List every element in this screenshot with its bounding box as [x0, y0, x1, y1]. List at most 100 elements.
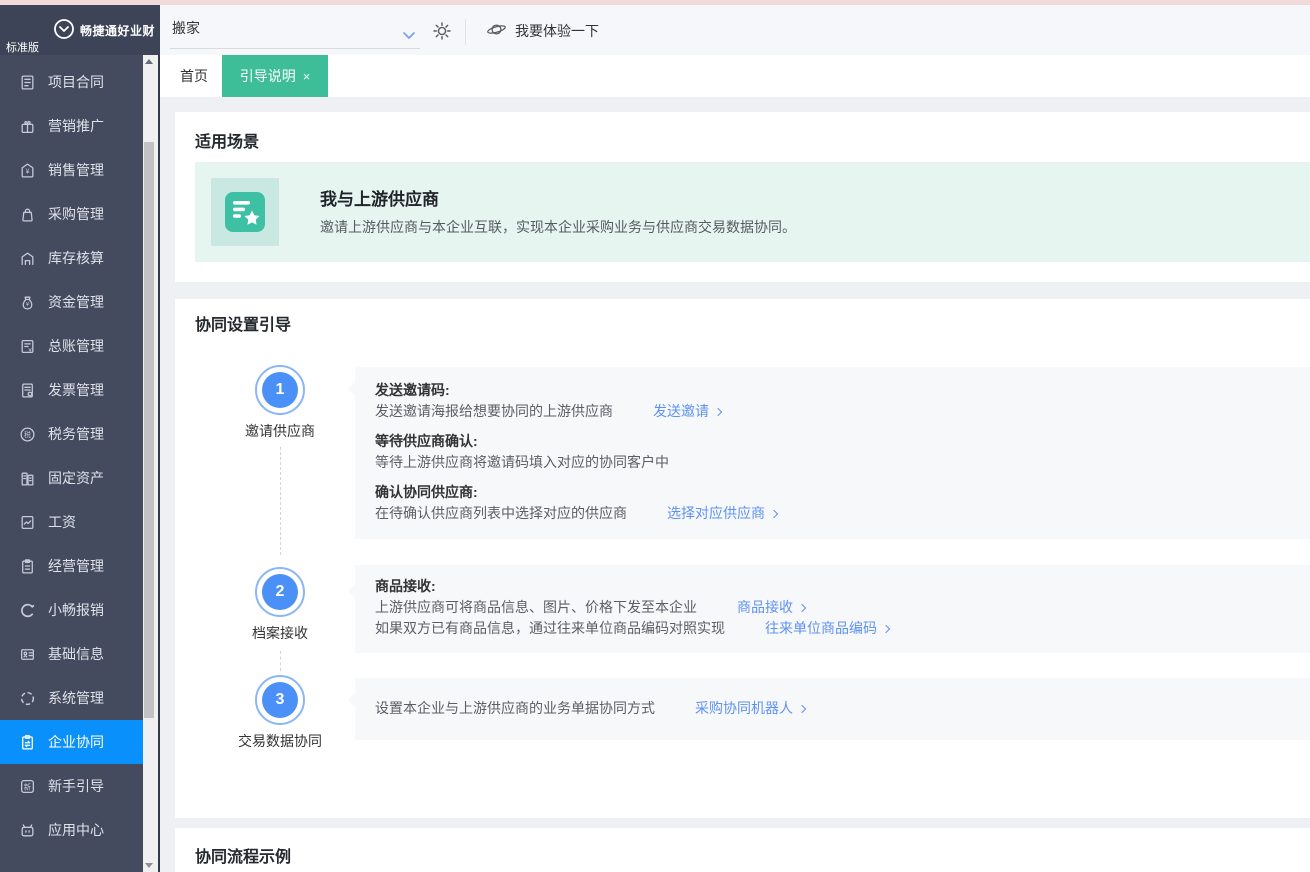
sidebar-item-newbie-guide[interactable]: 新 新手引导: [0, 764, 143, 808]
warehouse-icon: [19, 250, 36, 267]
invoice-icon: [19, 382, 36, 399]
sidebar-item-operations[interactable]: 经营管理: [0, 544, 143, 588]
tab-guide-active[interactable]: 引导说明 ×: [222, 55, 328, 97]
group-title: 发送邀请码:: [375, 382, 450, 398]
sidebar-item-purchase[interactable]: 采购管理: [0, 192, 143, 236]
guide-section: 协同设置引导 1 邀请供应商 发送邀请码: 发送邀请海报给想要协同的上游供应商发…: [175, 299, 1310, 818]
sidebar-scrollbar[interactable]: [143, 55, 155, 872]
collaboration-icon: [19, 734, 36, 751]
step-2-label: 档案接收: [252, 625, 308, 641]
choose-supplier-link[interactable]: 选择对应供应商: [667, 505, 779, 521]
sidebar-item-funds[interactable]: ¥ 资金管理: [0, 280, 143, 324]
step-1-circle: 1: [255, 365, 305, 415]
brand-title: 畅捷通好业财: [80, 24, 156, 38]
goods-receive-link[interactable]: 商品接收: [737, 599, 807, 615]
link-chevron-icon: [769, 509, 779, 519]
sidebar-item-project-contract[interactable]: 项目合同: [0, 60, 143, 104]
purchase-robot-link[interactable]: 采购协同机器人: [695, 700, 807, 716]
partner-goods-code-link[interactable]: 往来单位商品编码: [765, 620, 891, 636]
step-1-panel: 发送邀请码: 发送邀请海报给想要协同的上游供应商 发送邀请 等待供应商确认: 等待…: [348, 367, 1310, 539]
link-chevron-icon: [713, 407, 723, 417]
scrollbar-thumb[interactable]: [144, 142, 154, 718]
quick-search-select[interactable]: [170, 15, 420, 49]
fixed-assets-icon: [19, 470, 36, 487]
sidebar-item-tax[interactable]: 税 税务管理: [0, 412, 143, 456]
panel-arrow: [348, 583, 356, 599]
link-chevron-icon: [797, 603, 807, 613]
search-input[interactable]: [172, 20, 382, 36]
settings-gear-icon[interactable]: [432, 21, 452, 41]
system-icon: [19, 690, 36, 707]
scroll-down-arrow-icon[interactable]: [145, 863, 153, 868]
group-text: 如果双方已有商品信息，通过往来单位商品编码对照实现: [375, 620, 725, 636]
svg-text:¥: ¥: [26, 302, 30, 308]
step-1-number: 1: [262, 372, 298, 408]
sidebar-item-basic-info[interactable]: 基础信息: [0, 632, 143, 676]
guide-heading: 协同设置引导: [195, 317, 292, 334]
app-window: 畅捷通好业财 标准版 项目合同 营销推广 ¥ 销售管理 采购管理 库存核算 ¥ …: [0, 0, 1310, 872]
tab-close-icon[interactable]: ×: [303, 70, 311, 83]
panel-arrow: [348, 692, 356, 708]
sidebar-item-fixed-assets[interactable]: 固定资产: [0, 456, 143, 500]
topbar: 我要体验一下: [160, 5, 1310, 55]
sidebar-item-payroll[interactable]: 工资: [0, 500, 143, 544]
scenario-card-title: 我与上游供应商: [320, 190, 439, 209]
scenario-icon-tile: [211, 178, 279, 246]
group-text: 发送邀请海报给想要协同的上游供应商: [375, 403, 613, 419]
experience-label: 我要体验一下: [515, 23, 599, 39]
contract-icon: [19, 74, 36, 91]
scenario-heading: 适用场景: [195, 134, 260, 151]
group-text: 等待上游供应商将邀请码填入对应的协同客户中: [375, 454, 669, 470]
group-text: 上游供应商可将商品信息、图片、价格下发至本企业: [375, 599, 697, 615]
step-2-number: 2: [262, 574, 298, 610]
group-title: 商品接收:: [375, 578, 436, 594]
chevron-down-icon[interactable]: [403, 27, 415, 40]
main-content: 适用场景 我与上游供应商 邀请上游供应商与本企业互联，实现本企业采购业务与供应商…: [160, 97, 1310, 872]
sidebar-item-general-ledger[interactable]: ¥ 总账管理: [0, 324, 143, 368]
scenario-card: 我与上游供应商 邀请上游供应商与本企业互联，实现本企业采购业务与供应商交易数据协…: [195, 162, 1310, 262]
tax-icon: 税: [19, 426, 36, 443]
step-connector: [280, 651, 281, 671]
send-invite-link[interactable]: 发送邀请: [653, 403, 723, 419]
flow-section: 协同流程示例: [175, 828, 1310, 872]
flow-heading: 协同流程示例: [195, 849, 292, 866]
payroll-icon: [19, 514, 36, 531]
sidebar-logo: 畅捷通好业财 标准版: [0, 5, 160, 55]
scroll-up-arrow-icon[interactable]: [145, 59, 153, 64]
step-2-circle: 2: [255, 567, 305, 617]
tab-bar: 首页 引导说明 ×: [160, 55, 1310, 97]
sidebar-item-enterprise-collaboration[interactable]: 企业协同: [0, 720, 143, 764]
sidebar-item-reimburse[interactable]: 小畅报销: [0, 588, 143, 632]
tab-home[interactable]: 首页: [168, 55, 220, 97]
sidebar: 项目合同 营销推广 ¥ 销售管理 采购管理 库存核算 ¥ 资金管理 ¥ 总账管理…: [0, 55, 143, 872]
group-text: 在待确认供应商列表中选择对应的供应商: [375, 505, 627, 521]
group-title: 等待供应商确认:: [375, 433, 478, 449]
brand-edition: 标准版: [6, 42, 39, 54]
sales-icon: ¥: [19, 162, 36, 179]
topbar-divider: [465, 19, 466, 45]
purchase-bag-icon: [19, 206, 36, 223]
experience-button[interactable]: 我要体验一下: [486, 19, 599, 43]
reimburse-icon: [19, 602, 36, 619]
step-2-panel: 商品接收: 上游供应商可将商品信息、图片、价格下发至本企业 商品接收 如果双方已有…: [348, 565, 1310, 653]
sidebar-item-invoice[interactable]: 发票管理: [0, 368, 143, 412]
step-3-label: 交易数据协同: [238, 733, 322, 749]
svg-text:¥: ¥: [26, 168, 30, 175]
sidebar-item-system[interactable]: 系统管理: [0, 676, 143, 720]
sidebar-item-sales[interactable]: ¥ 销售管理: [0, 148, 143, 192]
group-title: 确认协同供应商:: [375, 484, 478, 500]
sidebar-item-app-center[interactable]: 应用中心: [0, 808, 143, 852]
step-3-panel: 设置本企业与上游供应商的业务单据协同方式 采购协同机器人: [348, 678, 1310, 740]
link-chevron-icon: [881, 624, 891, 634]
sidebar-item-inventory[interactable]: 库存核算: [0, 236, 143, 280]
sidebar-item-marketing[interactable]: 营销推广: [0, 104, 143, 148]
sidebar-menu: 项目合同 营销推广 ¥ 销售管理 采购管理 库存核算 ¥ 资金管理 ¥ 总账管理…: [0, 60, 143, 852]
document-star-icon: [225, 192, 265, 232]
newbie-icon: 新: [19, 778, 36, 795]
ledger-icon: ¥: [19, 338, 36, 355]
basic-info-icon: [19, 646, 36, 663]
step-connector: [280, 447, 281, 555]
app-center-icon: [19, 822, 36, 839]
group-text: 设置本企业与上游供应商的业务单据协同方式: [375, 700, 655, 716]
scenario-section: 适用场景 我与上游供应商 邀请上游供应商与本企业互联，实现本企业采购业务与供应商…: [175, 112, 1310, 282]
